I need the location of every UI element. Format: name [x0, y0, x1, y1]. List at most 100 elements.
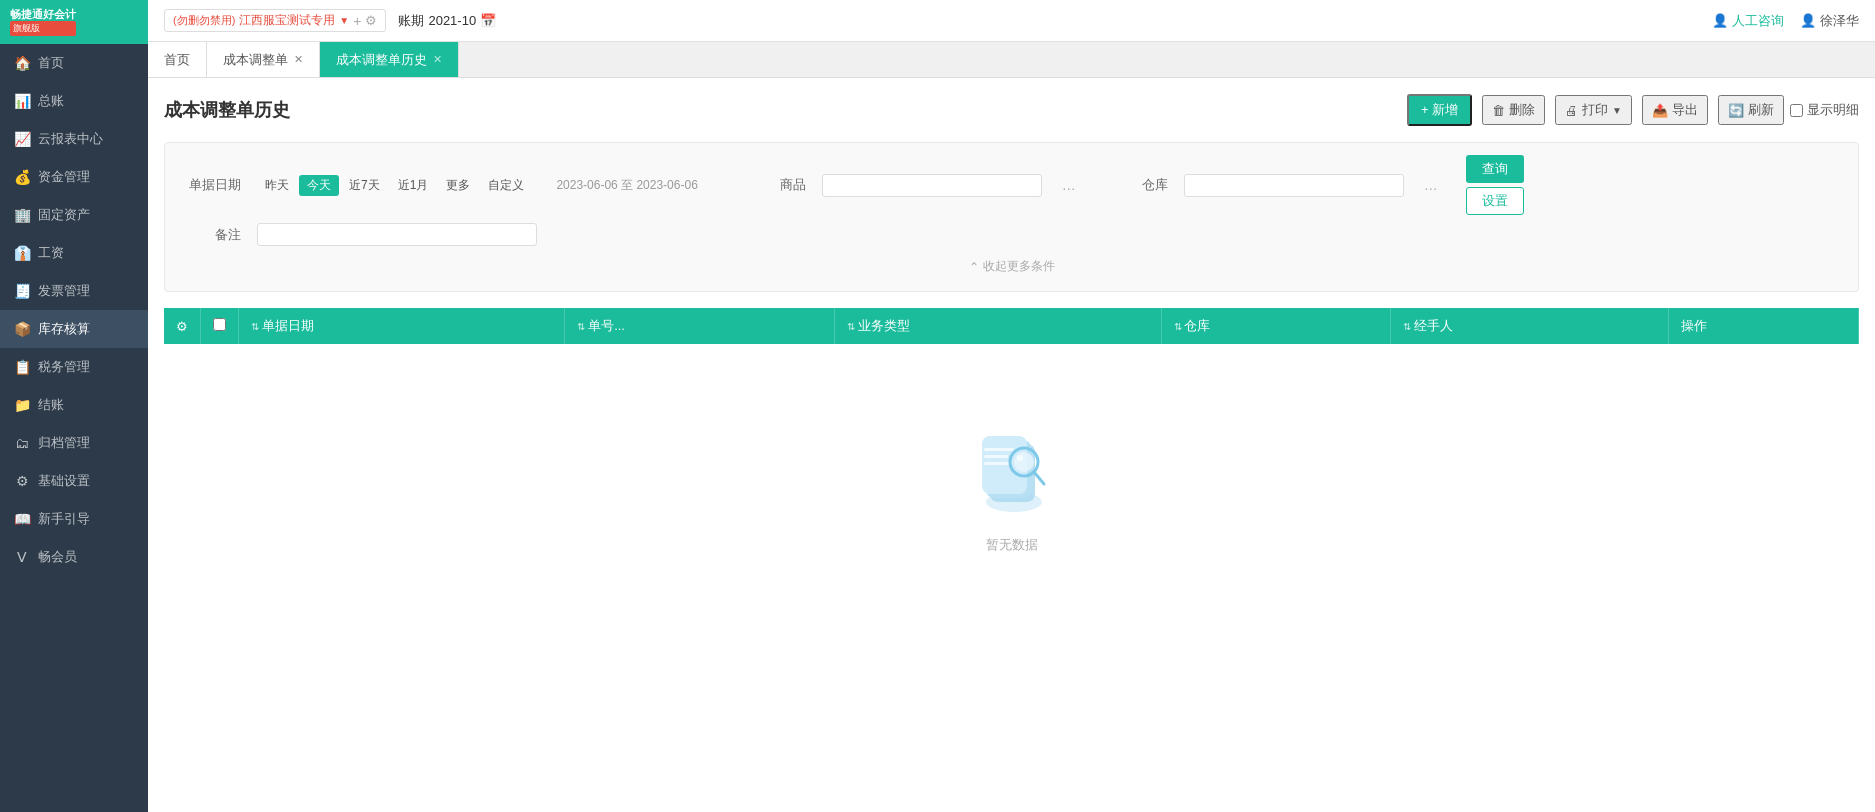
company-warning: (勿删勿禁用)	[173, 13, 235, 28]
collapse-button[interactable]: ⌃ 收起更多条件	[957, 254, 1067, 279]
sidebar-logo[interactable]: 畅捷通好会计 旗舰版	[0, 0, 148, 44]
date-opt-7days[interactable]: 近7天	[341, 175, 388, 196]
filter-area: 单据日期 昨天 今天 近7天 近1月 更多 自定义 2023-06-06 至 2…	[164, 142, 1859, 292]
sidebar-item-settings[interactable]: ⚙ 基础设置	[0, 462, 148, 500]
product-more-icon[interactable]: …	[1062, 177, 1076, 193]
date-opt-1month[interactable]: 近1月	[390, 175, 437, 196]
warehouse-label: 仓库	[1108, 176, 1168, 194]
collapse-row: ⌃ 收起更多条件	[181, 254, 1842, 279]
sidebar-item-salary[interactable]: 👔 工资	[0, 234, 148, 272]
print-dropdown-icon: ▼	[1612, 105, 1622, 116]
toolbar: + 新增 🗑 删除 🖨 打印 ▼ 📤 导出	[1407, 94, 1784, 126]
filter-row-2: 备注	[181, 223, 1842, 246]
col-date[interactable]: ⇅ 单据日期	[239, 308, 565, 344]
date-opt-more[interactable]: 更多	[438, 175, 478, 196]
date-opt-yesterday[interactable]: 昨天	[257, 175, 297, 196]
tab-cost-adjust-close[interactable]: ✕	[294, 53, 303, 66]
product-input[interactable]	[822, 174, 1042, 197]
company-selector[interactable]: (勿删勿禁用) 江西服宝测试专用 ▼ + ⚙	[164, 9, 386, 32]
refresh-button[interactable]: 🔄 刷新	[1718, 95, 1784, 125]
company-name: 江西服宝测试专用	[239, 12, 335, 29]
sidebar-item-archive[interactable]: 🗂 归档管理	[0, 424, 148, 462]
sidebar-item-home[interactable]: 🏠 首页	[0, 44, 148, 82]
query-button[interactable]: 查询	[1466, 155, 1524, 183]
sidebar-logo-badge: 旗舰版	[10, 21, 76, 36]
close-books-icon: 📁	[14, 397, 30, 413]
date-range-text: 2023-06-06 至 2023-06-06	[556, 177, 697, 194]
svg-rect-6	[984, 462, 1012, 465]
col-business-type[interactable]: ⇅ 业务类型	[835, 308, 1161, 344]
print-button[interactable]: 🖨 打印 ▼	[1555, 95, 1632, 125]
sidebar-item-member[interactable]: Ⅴ 畅会员	[0, 538, 148, 576]
tax-icon: 📋	[14, 359, 30, 375]
sidebar-item-ledger[interactable]: 📊 总账	[0, 82, 148, 120]
date-label: 单据日期	[181, 176, 241, 194]
user-profile[interactable]: 👤 徐泽华	[1800, 12, 1859, 30]
table-checkbox-th[interactable]	[201, 308, 239, 344]
select-all-checkbox[interactable]	[213, 318, 226, 331]
archive-icon: 🗂	[14, 435, 30, 451]
user-name-text: 徐泽华	[1820, 12, 1859, 30]
calendar-icon[interactable]: 📅	[480, 13, 496, 28]
fixed-assets-icon: 🏢	[14, 207, 30, 223]
filter-settings-button[interactable]: 设置	[1466, 187, 1524, 215]
period-value: 2021-10	[428, 13, 476, 28]
settings-icon-small[interactable]: ⚙	[365, 13, 377, 28]
tab-cost-adjust-history[interactable]: 成本调整单历史 ✕	[320, 42, 459, 77]
show-detail-checkbox[interactable]	[1790, 104, 1803, 117]
sidebar-item-fixed-assets[interactable]: 🏢 固定资产	[0, 196, 148, 234]
sidebar-item-close[interactable]: 📁 结账	[0, 386, 148, 424]
svg-point-10	[1017, 455, 1023, 461]
warehouse-more-icon[interactable]: …	[1424, 177, 1438, 193]
tab-home[interactable]: 首页	[148, 42, 207, 77]
warehouse-input[interactable]	[1184, 174, 1404, 197]
tab-cost-adjust[interactable]: 成本调整单 ✕	[207, 42, 320, 77]
svg-line-9	[1034, 472, 1044, 484]
member-icon: Ⅴ	[14, 549, 30, 565]
period-label: 账期	[398, 12, 424, 30]
table-settings-th[interactable]: ⚙	[164, 308, 201, 344]
tab-cost-adjust-history-label: 成本调整单历史	[336, 51, 427, 69]
sidebar-item-inventory[interactable]: 📦 库存核算	[0, 310, 148, 348]
export-button[interactable]: 📤 导出	[1642, 95, 1708, 125]
top-header-left: (勿删勿禁用) 江西服宝测试专用 ▼ + ⚙ 账期 2021-10 📅	[164, 9, 496, 32]
company-dropdown-icon[interactable]: ▼	[339, 15, 349, 26]
sidebar-item-reports[interactable]: 📈 云报表中心	[0, 120, 148, 158]
sidebar-item-funds[interactable]: 💰 资金管理	[0, 158, 148, 196]
tab-cost-adjust-history-close[interactable]: ✕	[433, 53, 442, 66]
sidebar-item-tax[interactable]: 📋 税务管理	[0, 348, 148, 386]
ledger-icon: 📊	[14, 93, 30, 109]
date-opt-today[interactable]: 今天	[299, 175, 339, 196]
main-content: (勿删勿禁用) 江西服宝测试专用 ▼ + ⚙ 账期 2021-10 📅 👤 人工…	[148, 0, 1875, 812]
delete-button[interactable]: 🗑 删除	[1482, 95, 1545, 125]
col-number[interactable]: ⇅ 单号...	[565, 308, 835, 344]
inventory-icon: 📦	[14, 321, 30, 337]
period-info: 账期 2021-10 📅	[398, 12, 496, 30]
salary-icon: 👔	[14, 245, 30, 261]
page-title-bar: 成本调整单历史 + 新增 🗑 删除 🖨 打印 ▼	[164, 94, 1859, 126]
customer-service-btn[interactable]: 👤 人工咨询	[1712, 12, 1784, 30]
guide-icon: 📖	[14, 511, 30, 527]
sidebar-item-guide[interactable]: 📖 新手引导	[0, 500, 148, 538]
show-detail-text: 显示明细	[1807, 101, 1859, 119]
settings-col-icon[interactable]: ⚙	[176, 319, 188, 334]
new-button[interactable]: + 新增	[1407, 94, 1472, 126]
date-opt-custom[interactable]: 自定义	[480, 175, 532, 196]
col-warehouse[interactable]: ⇅ 仓库	[1161, 308, 1391, 344]
page-tabs: 首页 成本调整单 ✕ 成本调整单历史 ✕	[148, 42, 1875, 78]
show-detail-toggle[interactable]: 显示明细	[1790, 101, 1859, 119]
sidebar-item-invoice[interactable]: 🧾 发票管理	[0, 272, 148, 310]
print-icon: 🖨	[1565, 103, 1578, 118]
collapse-label: 收起更多条件	[983, 258, 1055, 275]
col-handler[interactable]: ⇅ 经手人	[1391, 308, 1669, 344]
notes-input[interactable]	[257, 223, 537, 246]
reports-icon: 📈	[14, 131, 30, 147]
sidebar-logo-text: 畅捷通好会计	[10, 8, 76, 21]
sort-icon-3: ⇅	[847, 321, 858, 332]
add-company-icon[interactable]: +	[353, 13, 361, 29]
top-header: (勿删勿禁用) 江西服宝测试专用 ▼ + ⚙ 账期 2021-10 📅 👤 人工…	[148, 0, 1875, 42]
refresh-icon: 🔄	[1728, 103, 1744, 118]
funds-icon: 💰	[14, 169, 30, 185]
export-icon: 📤	[1652, 103, 1668, 118]
user-avatar-icon: 👤	[1800, 13, 1816, 28]
